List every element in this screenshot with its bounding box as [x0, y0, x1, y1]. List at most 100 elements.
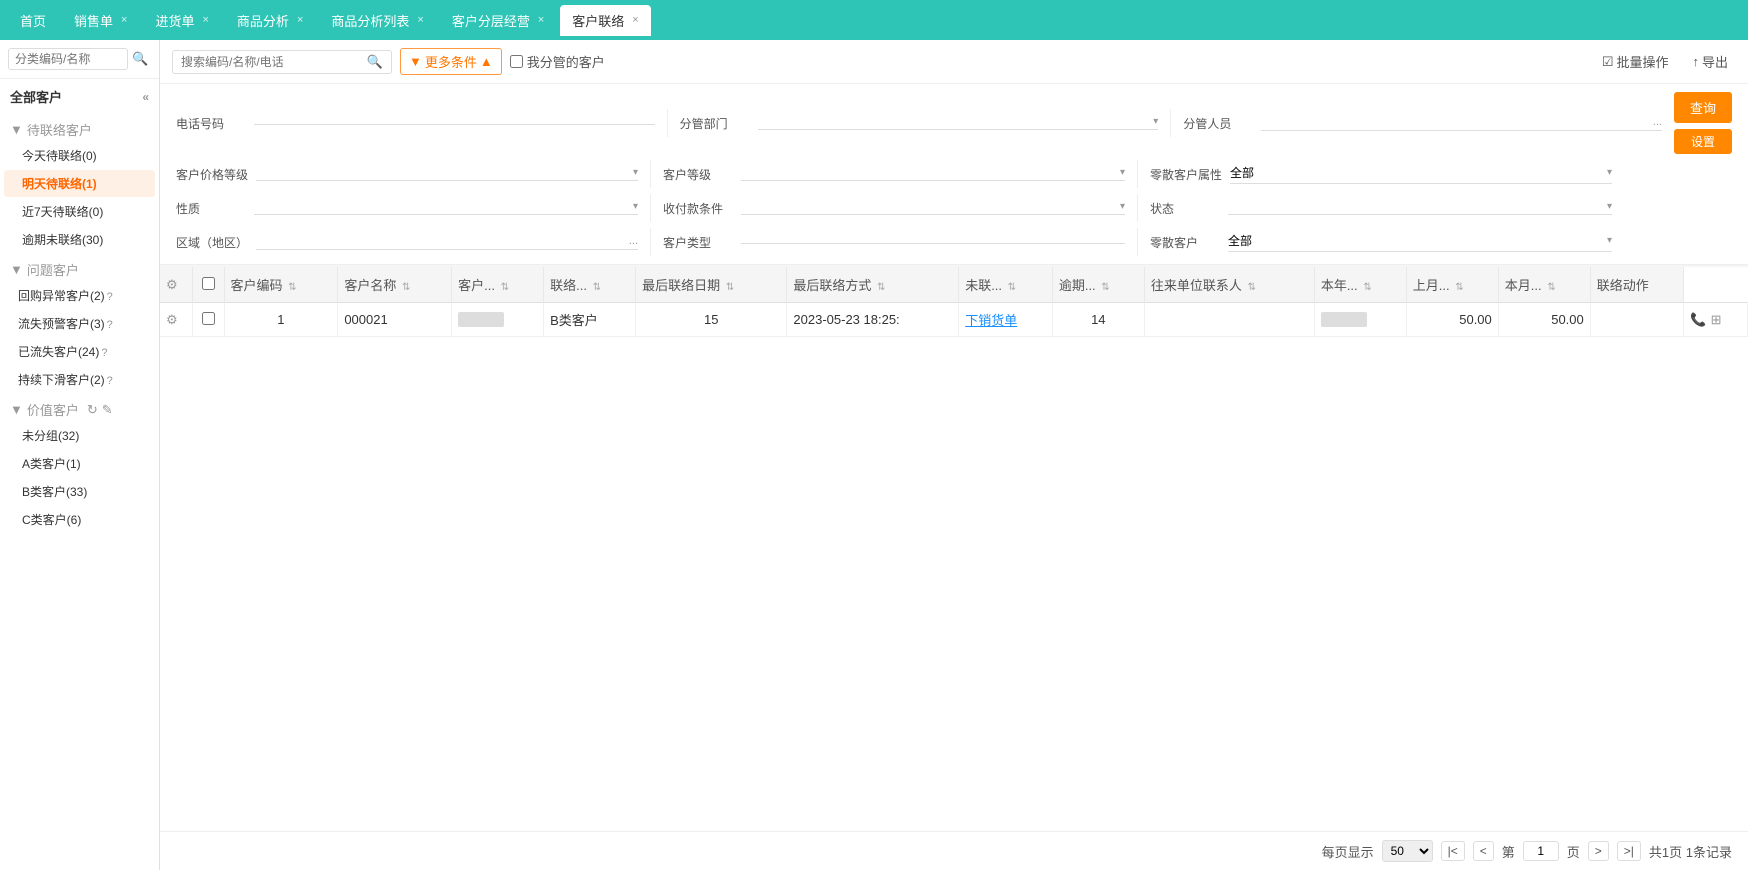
sort-icon-year[interactable]: ⇅ — [1363, 282, 1371, 293]
contact-method-link[interactable]: 下销货单 — [965, 313, 1017, 328]
th-contact-count-label: 联络... — [550, 278, 587, 293]
sort-icon-lmonth[interactable]: ⇅ — [1455, 282, 1463, 293]
payment-select[interactable]: ▾ — [741, 201, 1125, 215]
blurred-name: █████ — [1321, 312, 1367, 327]
close-tab-icon[interactable]: × — [632, 14, 638, 26]
value-item[interactable]: 未分组(32) — [4, 422, 155, 449]
first-page-button[interactable]: |< — [1441, 841, 1465, 861]
value-edit-icon[interactable]: ✎ — [102, 402, 113, 418]
sort-icon-overdue[interactable]: ⇅ — [1101, 282, 1109, 293]
problem-item[interactable]: 已流失客户(24)? — [4, 338, 155, 365]
close-tab-icon[interactable]: × — [202, 14, 208, 26]
nav-item-首页[interactable]: 首页 — [8, 5, 58, 36]
filter-cell-retail-attr: 零散客户属性 全部 ▾ — [1150, 164, 1612, 184]
value-refresh-icon[interactable]: ↻ — [87, 402, 98, 418]
next-page-button[interactable]: > — [1588, 841, 1609, 861]
nature-select[interactable]: ▾ — [254, 201, 638, 215]
retail-select[interactable]: 全部 ▾ — [1228, 232, 1612, 252]
value-item[interactable]: B类客户(33) — [4, 478, 155, 505]
sidebar-search-input[interactable] — [8, 48, 128, 70]
customer-level-select[interactable]: ▾ — [741, 167, 1125, 181]
value-item[interactable]: A类客户(1) — [4, 450, 155, 477]
problem-item[interactable]: 回购异常客户(2)? — [4, 282, 155, 309]
more-filter-button[interactable]: ▼ 更多条件 ▲ — [400, 48, 502, 75]
per-page-select[interactable]: 50 100 200 — [1382, 840, 1433, 862]
export-button[interactable]: ↑ 导出 — [1684, 49, 1736, 74]
sort-icon-tmonth[interactable]: ⇅ — [1547, 282, 1555, 293]
price-level-select[interactable]: ▾ — [256, 167, 638, 181]
row-gear-icon[interactable]: ⚙ — [166, 312, 178, 327]
nav-item-进货单[interactable]: 进货单× — [143, 5, 220, 36]
sort-icon-name[interactable]: ⇅ — [402, 282, 410, 293]
phone-input[interactable] — [254, 122, 655, 125]
nav-item-客户联络[interactable]: 客户联络× — [560, 5, 650, 36]
nav-item-客户分层经营[interactable]: 客户分层经营× — [440, 5, 556, 36]
table-cell — [1590, 303, 1684, 337]
pending-item[interactable]: 今天待联络(0) — [4, 142, 155, 169]
set-button[interactable]: 设置 — [1674, 129, 1732, 154]
batch-op-button[interactable]: ☑ 批量操作 — [1594, 49, 1677, 74]
sort-icon-code[interactable]: ⇅ — [288, 282, 296, 293]
filter-row-3: 性质 ▾ 收付款条件 ▾ 状态 ▾ — [176, 194, 1732, 222]
th-action: 联络动作 — [1590, 267, 1684, 303]
table-area: ⚙ 客户编码 ⇅ 客户名称 ⇅ — [160, 267, 1748, 831]
table-cell: 📞⊞ — [1684, 303, 1748, 337]
query-button[interactable]: 查询 — [1674, 92, 1732, 123]
value-item[interactable]: C类客户(6) — [4, 506, 155, 533]
main-search-icon[interactable]: 🔍 — [367, 54, 383, 70]
my-customer-checkbox[interactable] — [510, 55, 523, 68]
table-cell: █████ — [1314, 303, 1406, 337]
help-icon[interactable]: ? — [101, 347, 107, 359]
problem-item[interactable]: 流失预警客户(3)? — [4, 310, 155, 337]
all-customers-header[interactable]: 全部客户 « — [0, 79, 159, 114]
problem-item[interactable]: 持续下滑客户(2)? — [4, 366, 155, 393]
dept-select[interactable]: ▾ — [758, 116, 1159, 130]
blurred-name: █████ — [458, 312, 504, 327]
th-type-label: 客户... — [458, 278, 495, 293]
help-icon[interactable]: ? — [107, 319, 113, 331]
pending-item[interactable]: 近7天待联络(0) — [4, 198, 155, 225]
prev-page-button[interactable]: < — [1473, 841, 1494, 861]
last-page-button[interactable]: >| — [1617, 841, 1641, 861]
sidebar-search-icon[interactable]: 🔍 — [132, 51, 148, 67]
th-this-month: 本月... ⇅ — [1498, 267, 1590, 303]
select-all-checkbox[interactable] — [202, 277, 215, 290]
th-gear: ⚙ — [160, 267, 192, 303]
triangle-icon-2: ▼ — [10, 262, 23, 277]
pending-item[interactable]: 逾期未联络(30) — [4, 226, 155, 253]
close-tab-icon[interactable]: × — [538, 14, 544, 26]
th-last-month-label: 上月... — [1413, 278, 1450, 293]
row-checkbox[interactable] — [202, 312, 215, 325]
sort-icon-person[interactable]: ⇅ — [1247, 282, 1255, 293]
table-row: ⚙1000021█████B类客户152023-05-23 18:25:下销货单… — [160, 303, 1748, 337]
sort-icon-un[interactable]: ⇅ — [1008, 282, 1016, 293]
retail-attr-select[interactable]: 全部 ▾ — [1230, 164, 1612, 184]
region-select[interactable]: ... — [256, 235, 638, 250]
my-customer-checkbox-label[interactable]: 我分管的客户 — [510, 52, 605, 71]
status-select[interactable]: ▾ — [1228, 201, 1612, 215]
sort-icon-date[interactable]: ⇅ — [726, 282, 734, 293]
person-select[interactable]: ... — [1261, 116, 1662, 131]
phone-label: 电话号码 — [176, 115, 246, 132]
sort-icon-type[interactable]: ⇅ — [501, 282, 509, 293]
close-tab-icon[interactable]: × — [297, 14, 303, 26]
help-icon[interactable]: ? — [107, 291, 113, 303]
top-nav: 首页销售单×进货单×商品分析×商品分析列表×客户分层经营×客户联络× — [0, 0, 1748, 40]
nav-item-商品分析列表[interactable]: 商品分析列表× — [319, 5, 435, 36]
close-tab-icon[interactable]: × — [417, 14, 423, 26]
action-more-icon[interactable]: ⊞ — [1711, 312, 1722, 327]
page-num-input[interactable] — [1523, 841, 1559, 861]
pending-item[interactable]: 明天待联络(1) — [4, 170, 155, 197]
sort-icon-contact[interactable]: ⇅ — [593, 282, 601, 293]
th-last-date-label: 最后联络日期 — [642, 278, 720, 293]
action-phone-icon[interactable]: 📞 — [1690, 312, 1706, 327]
filter-cell-customer-level: 客户等级 ▾ — [663, 166, 1125, 183]
nav-item-销售单[interactable]: 销售单× — [62, 5, 139, 36]
help-icon[interactable]: ? — [107, 375, 113, 387]
close-tab-icon[interactable]: × — [121, 14, 127, 26]
sort-icon-method[interactable]: ⇅ — [877, 282, 885, 293]
nav-item-商品分析[interactable]: 商品分析× — [225, 5, 315, 36]
main-search-input[interactable] — [181, 55, 367, 69]
customer-type-select[interactable] — [741, 241, 1125, 244]
settings-icon[interactable]: ⚙ — [166, 277, 178, 292]
